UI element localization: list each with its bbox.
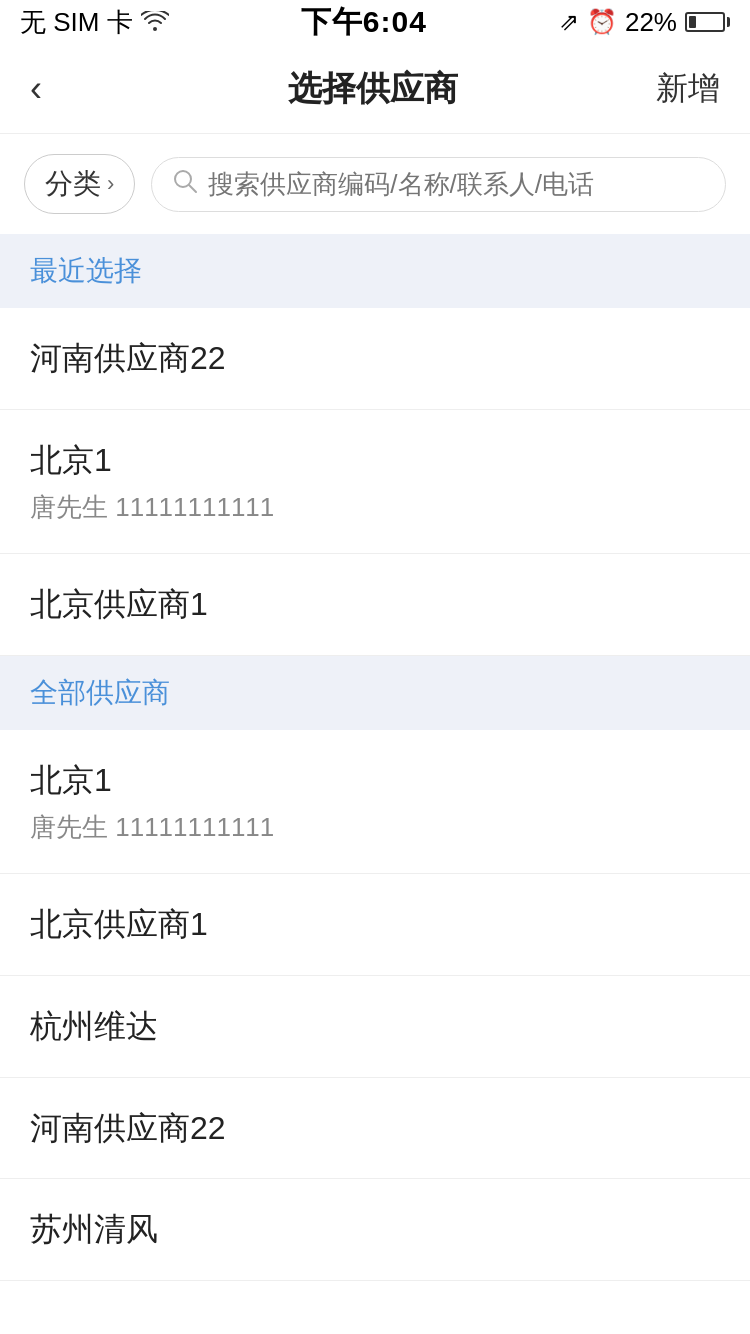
filter-bar: 分类 › bbox=[0, 134, 750, 234]
list-item[interactable]: 杭州维达 bbox=[0, 976, 750, 1078]
item-name: 北京供应商1 bbox=[30, 582, 720, 627]
item-name: 北京供应商1 bbox=[30, 902, 720, 947]
item-sub: 唐先生 11111111111 bbox=[30, 809, 720, 845]
item-sub: 唐先生 11111111111 bbox=[30, 489, 720, 525]
add-button[interactable]: 新增 bbox=[656, 67, 720, 111]
page-title: 选择供应商 bbox=[288, 66, 458, 112]
list-item[interactable]: 北京1 唐先生 11111111111 bbox=[0, 730, 750, 874]
all-items-list: 北京1 唐先生 11111111111 北京供应商1 杭州维达 河南供应商22 … bbox=[0, 730, 750, 1281]
search-icon bbox=[172, 168, 198, 201]
list-item[interactable]: 苏州清风 bbox=[0, 1179, 750, 1281]
all-section-header: 全部供应商 bbox=[0, 656, 750, 730]
all-section-label: 全部供应商 bbox=[30, 677, 170, 708]
item-name: 杭州维达 bbox=[30, 1004, 720, 1049]
category-label: 分类 bbox=[45, 165, 101, 203]
location-icon: ⇗ bbox=[559, 8, 579, 36]
alarm-icon: ⏰ bbox=[587, 8, 617, 36]
item-name: 北京1 bbox=[30, 438, 720, 483]
chevron-icon: › bbox=[107, 171, 114, 197]
recent-section-label: 最近选择 bbox=[30, 255, 142, 286]
status-left: 无 SIM 卡 bbox=[20, 5, 169, 40]
recent-items-list: 河南供应商22 北京1 唐先生 11111111111 北京供应商1 bbox=[0, 308, 750, 656]
recent-section-header: 最近选择 bbox=[0, 234, 750, 308]
list-item[interactable]: 北京供应商1 bbox=[0, 874, 750, 976]
list-item[interactable]: 河南供应商22 bbox=[0, 308, 750, 410]
search-box[interactable] bbox=[151, 157, 726, 212]
no-sim-label: 无 SIM 卡 bbox=[20, 5, 133, 40]
battery-label: 22% bbox=[625, 7, 677, 38]
svg-line-1 bbox=[189, 185, 196, 192]
item-name: 河南供应商22 bbox=[30, 1106, 720, 1151]
category-filter[interactable]: 分类 › bbox=[24, 154, 135, 214]
battery-icon bbox=[685, 12, 730, 32]
wifi-icon bbox=[141, 7, 169, 38]
list-item[interactable]: 北京1 唐先生 11111111111 bbox=[0, 410, 750, 554]
search-input[interactable] bbox=[208, 169, 705, 200]
item-name: 苏州清风 bbox=[30, 1207, 720, 1252]
list-item[interactable]: 河南供应商22 bbox=[0, 1078, 750, 1180]
item-name: 北京1 bbox=[30, 758, 720, 803]
nav-bar: ‹ 选择供应商 新增 bbox=[0, 44, 750, 134]
item-name: 河南供应商22 bbox=[30, 336, 720, 381]
status-bar: 无 SIM 卡 下午6:04 ⇗ ⏰ 22% bbox=[0, 0, 750, 44]
status-time: 下午6:04 bbox=[301, 2, 427, 43]
status-right: ⇗ ⏰ 22% bbox=[559, 7, 730, 38]
list-item[interactable]: 北京供应商1 bbox=[0, 554, 750, 656]
back-button[interactable]: ‹ bbox=[30, 68, 90, 110]
